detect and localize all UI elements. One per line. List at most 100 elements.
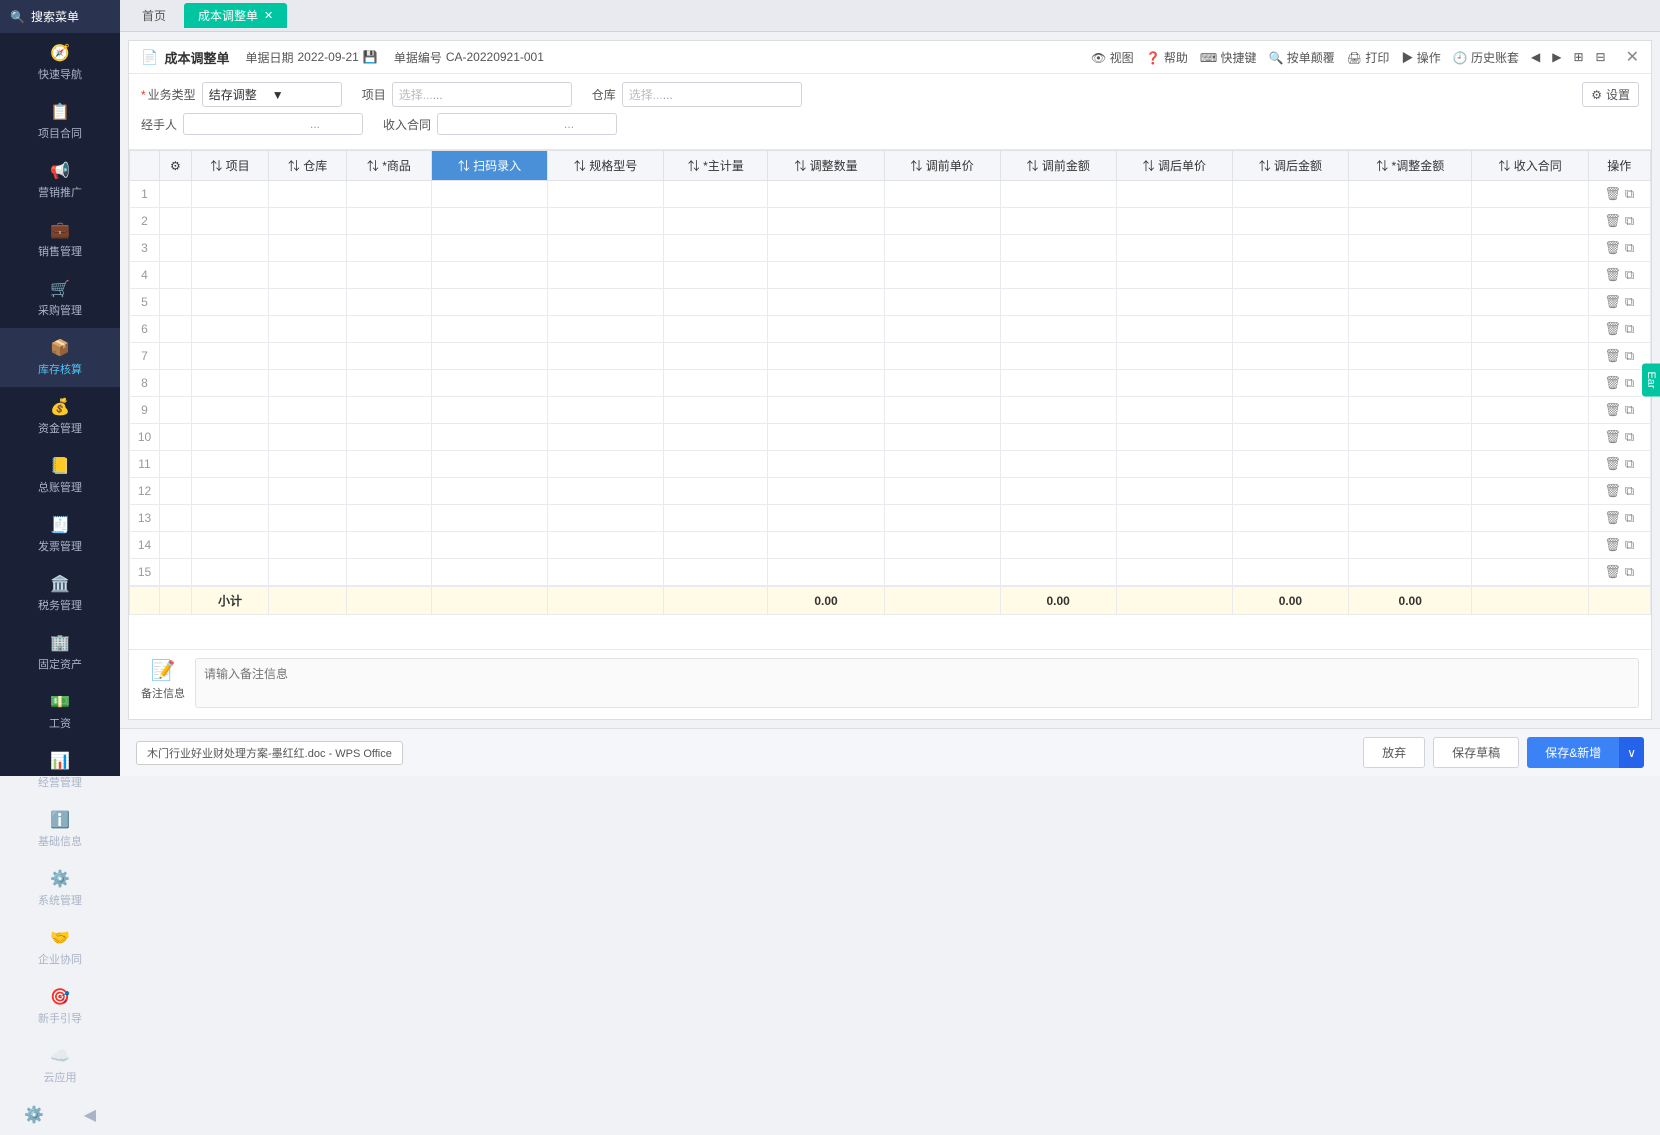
cell-post_price-6[interactable] (1116, 316, 1232, 343)
cell-unit-10[interactable] (664, 424, 768, 451)
cell-post_price-9[interactable] (1116, 397, 1232, 424)
cell-post_amount-1[interactable] (1232, 181, 1348, 208)
delete-icon-2[interactable]: 🗑 (1604, 213, 1621, 229)
cell-project-15[interactable] (191, 559, 269, 587)
cell-post_amount-10[interactable] (1232, 424, 1348, 451)
cell-warehouse-1[interactable] (269, 181, 347, 208)
cell-adj_qty-13[interactable] (768, 505, 884, 532)
cell-pre_price-4[interactable] (884, 262, 1000, 289)
cell-pre_amount-11[interactable] (1000, 451, 1116, 478)
cell-spec-1[interactable] (548, 181, 664, 208)
cell-pre_price-2[interactable] (884, 208, 1000, 235)
cell-scan-2[interactable] (431, 208, 547, 235)
cell-unit-13[interactable] (664, 505, 768, 532)
cell-pre_amount-7[interactable] (1000, 343, 1116, 370)
cell-settings-2[interactable] (160, 208, 192, 235)
cell-pre_amount-3[interactable] (1000, 235, 1116, 262)
copy-icon-3[interactable]: ⧉ (1625, 240, 1634, 256)
cell-settings-3[interactable] (160, 235, 192, 262)
cell-adj_qty-3[interactable] (768, 235, 884, 262)
cell-adj_amount-15[interactable] (1348, 559, 1472, 587)
income-contract-input[interactable]: ... (437, 113, 617, 135)
cell-pre_price-5[interactable] (884, 289, 1000, 316)
cell-spec-2[interactable] (548, 208, 664, 235)
cell-unit-2[interactable] (664, 208, 768, 235)
action-help[interactable]: ❓ 帮助 (1146, 49, 1188, 66)
sidebar-item-sales-promo[interactable]: 📢 营销推广 (0, 151, 120, 210)
cell-pre_amount-9[interactable] (1000, 397, 1116, 424)
cell-goods-4[interactable] (346, 262, 431, 289)
cell-settings-9[interactable] (160, 397, 192, 424)
cell-pre_price-8[interactable] (884, 370, 1000, 397)
cell-settings-1[interactable] (160, 181, 192, 208)
sidebar-item-ops-mgmt[interactable]: 📊 经营管理 (0, 741, 120, 800)
cell-pre_price-6[interactable] (884, 316, 1000, 343)
cell-project-6[interactable] (191, 316, 269, 343)
sidebar-item-fund-mgmt[interactable]: 💰 资金管理 (0, 387, 120, 446)
copy-icon-10[interactable]: ⧉ (1625, 429, 1634, 445)
col-settings[interactable]: ⚙ (160, 151, 192, 181)
action-history[interactable]: 🕘 历史账套 (1453, 49, 1519, 66)
cell-goods-2[interactable] (346, 208, 431, 235)
cell-unit-9[interactable] (664, 397, 768, 424)
cell-adj_qty-8[interactable] (768, 370, 884, 397)
cell-scan-15[interactable] (431, 559, 547, 587)
cell-income_contract-5[interactable] (1472, 289, 1588, 316)
save-draft-button[interactable]: 保存草稿 (1433, 737, 1519, 768)
tab-home[interactable]: 首页 (128, 3, 180, 28)
delete-icon-13[interactable]: 🗑 (1604, 510, 1621, 526)
copy-icon-4[interactable]: ⧉ (1625, 267, 1634, 283)
cell-spec-3[interactable] (548, 235, 664, 262)
cell-adj_qty-7[interactable] (768, 343, 884, 370)
cell-goods-14[interactable] (346, 532, 431, 559)
cell-post_amount-11[interactable] (1232, 451, 1348, 478)
cell-adj_amount-9[interactable] (1348, 397, 1472, 424)
delete-icon-11[interactable]: 🗑 (1604, 456, 1621, 472)
cell-post_amount-15[interactable] (1232, 559, 1348, 587)
cell-project-1[interactable] (191, 181, 269, 208)
cell-post_amount-12[interactable] (1232, 478, 1348, 505)
cell-pre_amount-15[interactable] (1000, 559, 1116, 587)
cell-warehouse-13[interactable] (269, 505, 347, 532)
sidebar-item-payroll[interactable]: 💵 工资 (0, 682, 120, 741)
cell-adj_amount-5[interactable] (1348, 289, 1472, 316)
cell-spec-7[interactable] (548, 343, 664, 370)
income-contract-dots[interactable]: ... (564, 117, 574, 131)
cell-post_amount-14[interactable] (1232, 532, 1348, 559)
settings-button[interactable]: ⚙ 设置 (1582, 82, 1639, 107)
cell-income_contract-13[interactable] (1472, 505, 1588, 532)
cell-goods-9[interactable] (346, 397, 431, 424)
cell-adj_amount-8[interactable] (1348, 370, 1472, 397)
sidebar-item-fixed-assets[interactable]: 🏢 固定资产 (0, 623, 120, 682)
discard-button[interactable]: 放弃 (1363, 737, 1425, 768)
cell-project-4[interactable] (191, 262, 269, 289)
cell-adj_amount-7[interactable] (1348, 343, 1472, 370)
cell-settings-11[interactable] (160, 451, 192, 478)
cell-post_amount-7[interactable] (1232, 343, 1348, 370)
cell-scan-9[interactable] (431, 397, 547, 424)
handler-dots[interactable]: ... (310, 117, 320, 131)
cell-goods-1[interactable] (346, 181, 431, 208)
cell-goods-15[interactable] (346, 559, 431, 587)
cell-adj_amount-12[interactable] (1348, 478, 1472, 505)
cell-pre_price-11[interactable] (884, 451, 1000, 478)
nav-prev[interactable]: ◀ (1531, 50, 1540, 64)
cell-pre_price-14[interactable] (884, 532, 1000, 559)
cell-income_contract-7[interactable] (1472, 343, 1588, 370)
sidebar-item-sys-mgmt[interactable]: ⚙️ 系统管理 (0, 859, 120, 918)
cell-settings-6[interactable] (160, 316, 192, 343)
cell-post_price-2[interactable] (1116, 208, 1232, 235)
cell-unit-15[interactable] (664, 559, 768, 587)
cell-project-13[interactable] (191, 505, 269, 532)
sidebar-item-new-guide[interactable]: 🎯 新手引导 (0, 977, 120, 1036)
cell-unit-3[interactable] (664, 235, 768, 262)
cell-post_price-13[interactable] (1116, 505, 1232, 532)
cell-income_contract-3[interactable] (1472, 235, 1588, 262)
cell-scan-4[interactable] (431, 262, 547, 289)
cell-goods-10[interactable] (346, 424, 431, 451)
cell-unit-12[interactable] (664, 478, 768, 505)
sidebar-item-quick-nav[interactable]: 🧭 快速导航 (0, 33, 120, 92)
cell-spec-10[interactable] (548, 424, 664, 451)
copy-icon-7[interactable]: ⧉ (1625, 348, 1634, 364)
cell-unit-5[interactable] (664, 289, 768, 316)
